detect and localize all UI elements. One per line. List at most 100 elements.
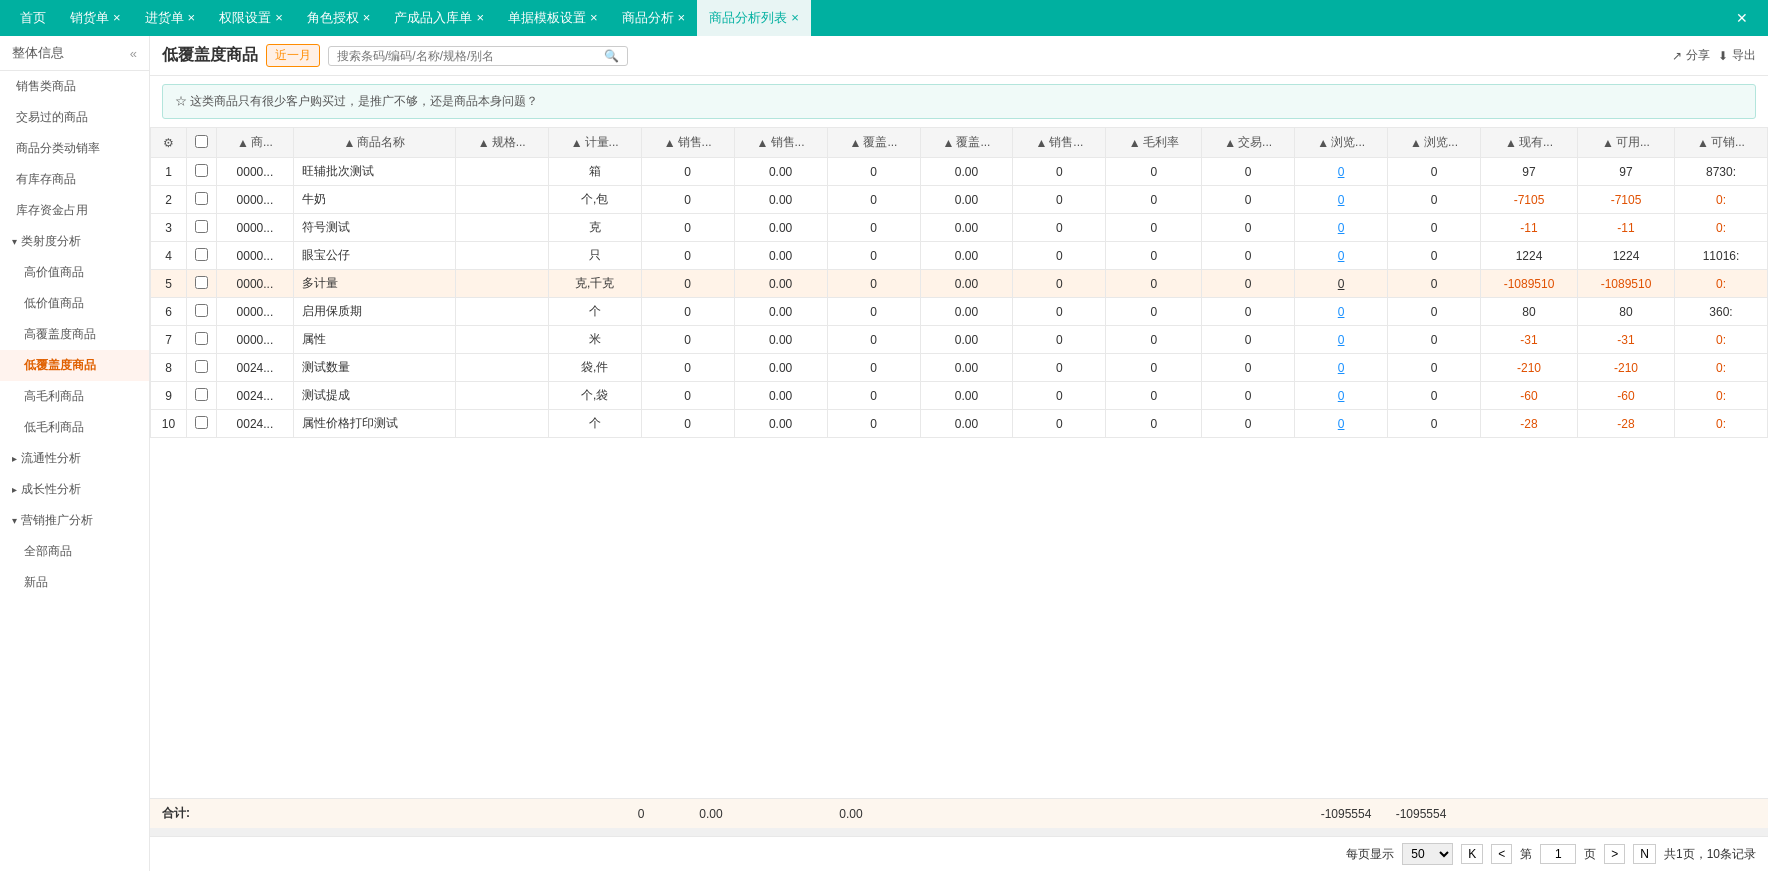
col-sales-qty[interactable]: ▲销售...: [641, 128, 734, 158]
row-browse1[interactable]: 0: [1295, 242, 1388, 270]
col-gross-rate[interactable]: ▲毛利率: [1106, 128, 1202, 158]
sidebar-item-category-rate[interactable]: 商品分类动销率: [0, 133, 149, 164]
per-page-select[interactable]: 50 100 200: [1402, 843, 1453, 865]
sidebar-item-high-coverage[interactable]: 高覆盖度商品: [0, 319, 149, 350]
col-trade[interactable]: ▲交易...: [1202, 128, 1295, 158]
sidebar-item-stock-capital[interactable]: 库存资金占用: [0, 195, 149, 226]
sidebar-item-traded-goods[interactable]: 交易过的商品: [0, 102, 149, 133]
page-input[interactable]: [1540, 844, 1576, 864]
row-browse1[interactable]: 0: [1295, 214, 1388, 242]
col-saleable[interactable]: ▲可销...: [1674, 128, 1767, 158]
row-browse2: 0: [1388, 410, 1481, 438]
row-checkbox[interactable]: [187, 158, 217, 186]
row-browse1[interactable]: 0: [1295, 382, 1388, 410]
row-browse1[interactable]: 0: [1295, 298, 1388, 326]
nav-item-analysis-list[interactable]: 商品分析列表 ×: [697, 0, 811, 36]
sidebar-item-low-value[interactable]: 低价值商品: [0, 288, 149, 319]
sidebar-item-stock-goods[interactable]: 有库存商品: [0, 164, 149, 195]
nav-item-permissions[interactable]: 权限设置 ×: [207, 0, 295, 36]
col-sales-amt[interactable]: ▲销售...: [734, 128, 827, 158]
col-current[interactable]: ▲现有...: [1481, 128, 1578, 158]
time-filter-button[interactable]: 近一月: [266, 44, 320, 67]
row-sales3: 0: [1013, 410, 1106, 438]
nav-item-templates[interactable]: 单据模板设置 ×: [496, 0, 610, 36]
sidebar-item-new-goods[interactable]: 新品: [0, 567, 149, 598]
sidebar-collapse-icon[interactable]: «: [130, 46, 137, 61]
sidebar-item-sales-goods[interactable]: 销售类商品: [0, 71, 149, 102]
row-checkbox[interactable]: [187, 382, 217, 410]
window-close-button[interactable]: ✕: [1724, 9, 1760, 27]
row-checkbox[interactable]: [187, 186, 217, 214]
row-spec: [455, 186, 548, 214]
table-row: 2 0000... 牛奶 个,包 0 0.00 0 0.00 0 0 0 0 0…: [151, 186, 1768, 214]
col-coverage1[interactable]: ▲覆盖...: [827, 128, 920, 158]
row-num: 3: [151, 214, 187, 242]
row-available: -28: [1578, 410, 1675, 438]
col-unit[interactable]: ▲计量...: [548, 128, 641, 158]
top-navigation: 首页 销货单 × 进货单 × 权限设置 × 角色授权 × 产成品入库单 × 单据…: [0, 0, 1768, 36]
col-browse2[interactable]: ▲浏览...: [1388, 128, 1481, 158]
row-current: -1089510: [1481, 270, 1578, 298]
row-unit: 克,千克: [548, 270, 641, 298]
horizontal-scrollbar[interactable]: [150, 828, 1768, 836]
first-page-button[interactable]: K: [1461, 844, 1483, 864]
row-browse1[interactable]: 0: [1295, 186, 1388, 214]
row-current: -60: [1481, 382, 1578, 410]
nav-item-sales[interactable]: 销货单 ×: [58, 0, 133, 36]
share-icon: ↗: [1672, 49, 1682, 63]
col-settings[interactable]: ⚙: [151, 128, 187, 158]
row-browse1[interactable]: 0: [1295, 354, 1388, 382]
row-code: 0000...: [217, 186, 294, 214]
sidebar-section-category-analysis[interactable]: ▾ 类射度分析: [0, 226, 149, 257]
select-all-checkbox[interactable]: [195, 135, 208, 148]
row-browse2: 0: [1388, 186, 1481, 214]
row-browse1[interactable]: 0: [1295, 270, 1388, 298]
share-button[interactable]: ↗ 分享: [1672, 47, 1710, 64]
settings-icon: ⚙: [163, 136, 174, 150]
sidebar-item-all-goods[interactable]: 全部商品: [0, 536, 149, 567]
row-spec: [455, 242, 548, 270]
row-browse1[interactable]: 0: [1295, 410, 1388, 438]
sidebar-item-high-profit[interactable]: 高毛利商品: [0, 381, 149, 412]
row-checkbox[interactable]: [187, 298, 217, 326]
export-button[interactable]: ⬇ 导出: [1718, 47, 1756, 64]
row-trade: 0: [1202, 242, 1295, 270]
row-checkbox[interactable]: [187, 242, 217, 270]
sidebar-section-circulation[interactable]: ▸ 流通性分析: [0, 443, 149, 474]
last-page-button[interactable]: N: [1633, 844, 1656, 864]
col-code[interactable]: ▲商...: [217, 128, 294, 158]
nav-item-roles[interactable]: 角色授权 ×: [295, 0, 383, 36]
col-name[interactable]: ▲商品名称: [293, 128, 455, 158]
nav-item-analysis[interactable]: 商品分析 ×: [610, 0, 698, 36]
table-container[interactable]: ⚙ ▲商... ▲商品名称 ▲规格...: [150, 127, 1768, 798]
row-checkbox[interactable]: [187, 410, 217, 438]
row-checkbox[interactable]: [187, 354, 217, 382]
nav-item-warehouse[interactable]: 产成品入库单 ×: [382, 0, 496, 36]
nav-item-purchase[interactable]: 进货单 ×: [133, 0, 208, 36]
sidebar-item-low-coverage[interactable]: 低覆盖度商品: [0, 350, 149, 381]
search-input[interactable]: [337, 49, 600, 63]
nav-item-home[interactable]: 首页: [8, 0, 58, 36]
col-browse1[interactable]: ▲浏览...: [1295, 128, 1388, 158]
row-sales-qty: 0: [641, 242, 734, 270]
sidebar-item-low-profit[interactable]: 低毛利商品: [0, 412, 149, 443]
col-coverage2[interactable]: ▲覆盖...: [920, 128, 1013, 158]
col-sales3[interactable]: ▲销售...: [1013, 128, 1106, 158]
row-checkbox[interactable]: [187, 326, 217, 354]
row-unit: 个,袋: [548, 382, 641, 410]
row-name: 属性价格打印测试: [293, 410, 455, 438]
next-page-button[interactable]: >: [1604, 844, 1625, 864]
row-cov1: 0: [827, 354, 920, 382]
col-spec[interactable]: ▲规格...: [455, 128, 548, 158]
row-cov2: 0.00: [920, 214, 1013, 242]
row-browse1[interactable]: 0: [1295, 158, 1388, 186]
row-code: 0000...: [217, 158, 294, 186]
prev-page-button[interactable]: <: [1491, 844, 1512, 864]
row-checkbox[interactable]: [187, 270, 217, 298]
sidebar-section-growth[interactable]: ▸ 成长性分析: [0, 474, 149, 505]
col-available[interactable]: ▲可用...: [1578, 128, 1675, 158]
row-browse1[interactable]: 0: [1295, 326, 1388, 354]
row-checkbox[interactable]: [187, 214, 217, 242]
sidebar-section-marketing[interactable]: ▾ 营销推广分析: [0, 505, 149, 536]
sidebar-item-high-value[interactable]: 高价值商品: [0, 257, 149, 288]
